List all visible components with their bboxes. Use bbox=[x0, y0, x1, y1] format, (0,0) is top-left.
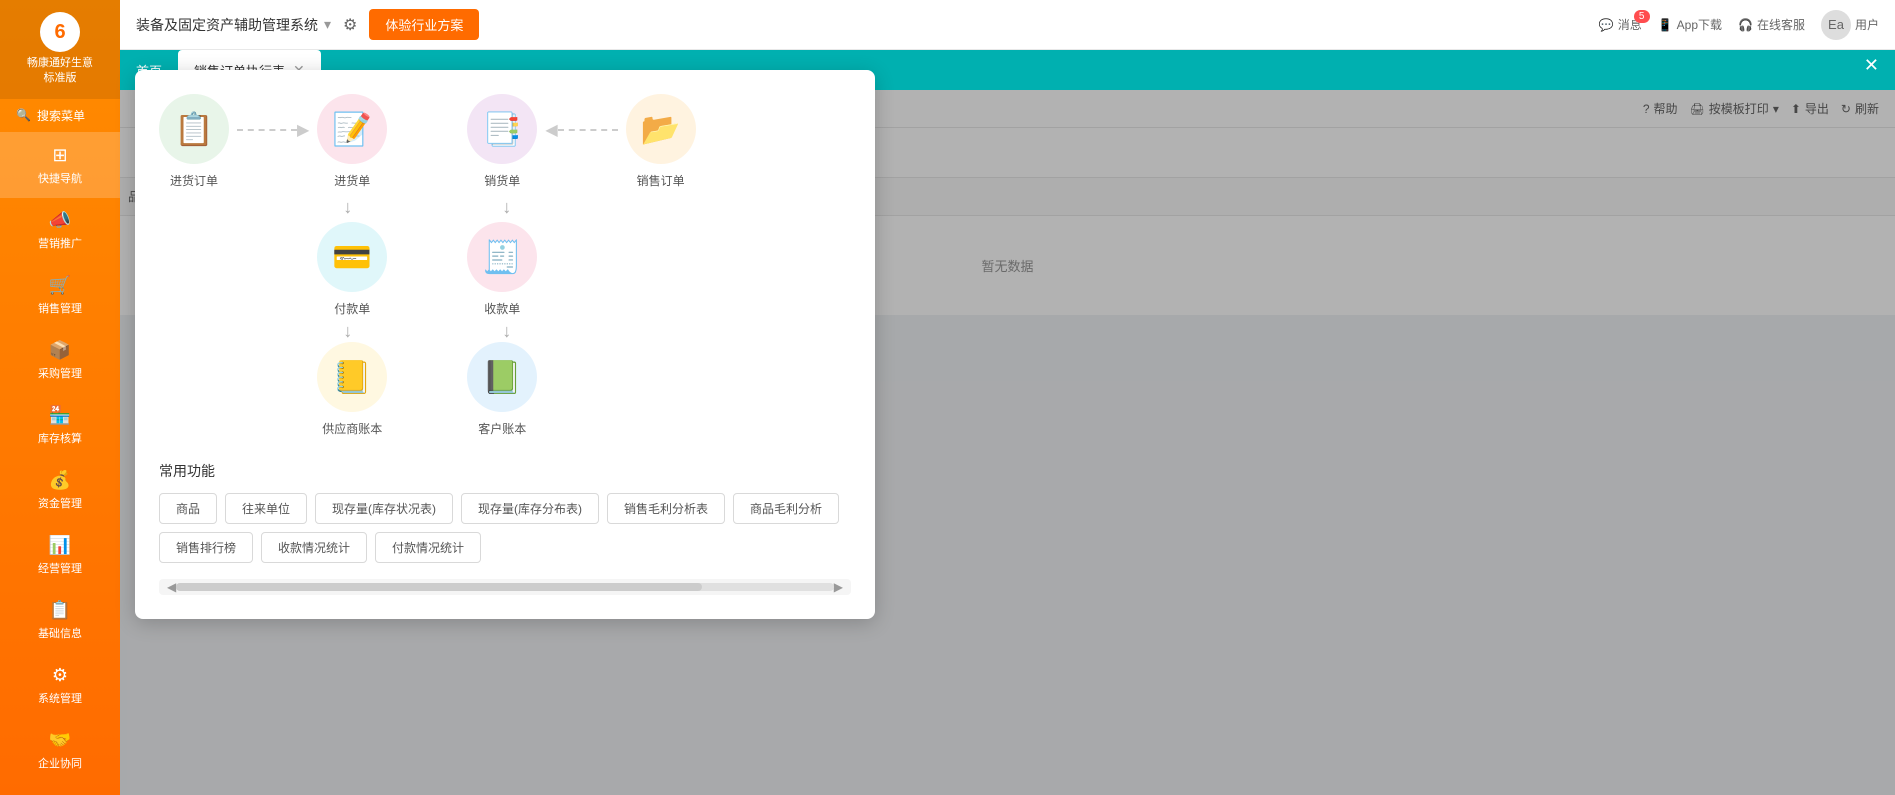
common-functions-title: 常用功能 bbox=[159, 461, 851, 481]
supplier-ledger-icon: 📒 bbox=[317, 342, 387, 412]
message-badge: 5 bbox=[1634, 10, 1650, 23]
system-name-dropdown[interactable]: 装备及固定资产辅助管理系统 ▾ bbox=[136, 15, 331, 35]
purchase-bill-icon: 📝 bbox=[317, 94, 387, 164]
sidebar-item-enterprise[interactable]: 🤝企业协同 bbox=[0, 718, 120, 783]
sales-bill-node: 📑 销货单 bbox=[467, 94, 537, 189]
popup: 📋 进货订单 ▶ 📝 进货单 ↓ bbox=[135, 70, 875, 619]
basic-info-icon: 📋 bbox=[49, 600, 71, 621]
sales-order-icon: 📂 bbox=[626, 94, 696, 164]
header: 装备及固定资产辅助管理系统 ▾ ⚙ 体验行业方案 💬 消息 5 📱 App下载 … bbox=[120, 0, 1895, 50]
scroll-left-icon[interactable]: ◀ bbox=[167, 580, 176, 594]
finance-icon: 💰 bbox=[49, 470, 71, 491]
payment-bill-label: 付款单 bbox=[334, 300, 370, 317]
scroll-thumb bbox=[176, 583, 702, 591]
scroll-right-icon[interactable]: ▶ bbox=[834, 580, 843, 594]
sales-bill-icon: 📑 bbox=[467, 94, 537, 164]
app-icon: 📱 bbox=[1658, 18, 1673, 32]
main-close-icon[interactable]: ✕ bbox=[1864, 55, 1879, 76]
quick-nav-icon: ⊞ bbox=[52, 145, 67, 166]
sidebar-search[interactable]: 🔍 搜索菜单 bbox=[0, 99, 120, 133]
sales-icon: 🛒 bbox=[49, 275, 71, 296]
app-download-button[interactable]: 📱 App下载 bbox=[1658, 16, 1722, 33]
gear-icon[interactable]: ⚙ bbox=[343, 15, 357, 35]
sidebar-item-inventory[interactable]: 🏪库存核算 bbox=[0, 393, 120, 458]
common-btn-8[interactable]: 付款情况统计 bbox=[375, 532, 481, 563]
payment-bill-node: 💳 付款单 bbox=[317, 222, 387, 317]
sidebar-item-system[interactable]: ⚙系统管理 bbox=[0, 653, 120, 718]
marketing-icon: 📣 bbox=[49, 210, 71, 231]
common-buttons-row: 商品往来单位现存量(库存状况表) 现存量(库存分布表) 销售毛利分析表商品毛利分析销… bbox=[159, 493, 851, 563]
common-btn-0[interactable]: 商品 bbox=[159, 493, 217, 524]
trial-button[interactable]: 体验行业方案 bbox=[369, 9, 479, 40]
sidebar-item-quick-nav[interactable]: ⊞快捷导航 bbox=[0, 133, 120, 198]
sidebar: 6 畅康通好生意 标准版 🔍 搜索菜单 ⊞快捷导航📣营销推广🛒销售管理📦采购管理… bbox=[0, 0, 120, 795]
purchase-order-icon: 📋 bbox=[159, 94, 229, 164]
dropdown-arrow-icon: ▾ bbox=[324, 16, 331, 33]
customer-ledger-label: 客户账本 bbox=[478, 420, 526, 437]
message-icon: 💬 bbox=[1599, 18, 1614, 32]
sidebar-item-finance[interactable]: 💰资金管理 bbox=[0, 458, 120, 523]
sidebar-logo: 6 畅康通好生意 标准版 bbox=[0, 0, 120, 99]
supplier-ledger-node: 📒 供应商账本 bbox=[317, 342, 387, 437]
sales-bill-label: 销货单 bbox=[484, 172, 520, 189]
flow-section: 📋 进货订单 ▶ 📝 进货单 ↓ bbox=[159, 94, 851, 437]
purchase-bill-node: 📝 进货单 bbox=[317, 94, 387, 189]
system-name: 装备及固定资产辅助管理系统 bbox=[136, 15, 318, 35]
system-icon: ⚙ bbox=[52, 665, 68, 686]
sidebar-item-guide[interactable]: 📖新手引导 bbox=[0, 783, 120, 795]
logo-text: 畅康通好生意 标准版 bbox=[27, 56, 93, 87]
receipt-bill-icon: 🧾 bbox=[467, 222, 537, 292]
sidebar-item-operations[interactable]: 📊经营管理 bbox=[0, 523, 120, 588]
sidebar-item-basic-info[interactable]: 📋基础信息 bbox=[0, 588, 120, 653]
sidebar-nav: ⊞快捷导航📣营销推广🛒销售管理📦采购管理🏪库存核算💰资金管理📊经营管理📋基础信息… bbox=[0, 133, 120, 795]
online-service-button[interactable]: 🎧 在线客服 bbox=[1738, 16, 1805, 33]
inventory-icon: 🏪 bbox=[49, 405, 71, 426]
purchase-bill-label: 进货单 bbox=[334, 172, 370, 189]
sidebar-item-sales[interactable]: 🛒销售管理 bbox=[0, 263, 120, 328]
common-btn-7[interactable]: 收款情况统计 bbox=[261, 532, 367, 563]
receipt-bill-label: 收款单 bbox=[484, 300, 520, 317]
sales-order-label: 销售订单 bbox=[637, 172, 685, 189]
sales-order-node: 📂 销售订单 bbox=[626, 94, 696, 189]
customer-ledger-icon: 📗 bbox=[467, 342, 537, 412]
common-btn-5[interactable]: 商品毛利分析 bbox=[733, 493, 839, 524]
receipt-bill-node: 🧾 收款单 bbox=[467, 222, 537, 317]
common-btn-3[interactable]: 现存量(库存分布表) bbox=[461, 493, 599, 524]
payment-bill-icon: 💳 bbox=[317, 222, 387, 292]
avatar: Ea bbox=[1821, 10, 1851, 40]
common-btn-2[interactable]: 现存量(库存状况表) bbox=[315, 493, 453, 524]
supplier-ledger-label: 供应商账本 bbox=[322, 420, 382, 437]
logo-icon: 6 bbox=[40, 12, 80, 52]
sidebar-item-purchase[interactable]: 📦采购管理 bbox=[0, 328, 120, 393]
enterprise-icon: 🤝 bbox=[49, 730, 71, 751]
popup-scrollbar[interactable]: ◀ ▶ bbox=[159, 579, 851, 595]
operations-icon: 📊 bbox=[49, 535, 71, 556]
service-icon: 🎧 bbox=[1738, 18, 1753, 32]
purchase-order-node: 📋 进货订单 bbox=[159, 94, 229, 189]
header-actions: 💬 消息 5 📱 App下载 🎧 在线客服 Ea 用户 bbox=[1599, 10, 1879, 40]
header-title-area: 装备及固定资产辅助管理系统 ▾ ⚙ 体验行业方案 bbox=[136, 9, 1599, 40]
common-functions-section: 常用功能 商品往来单位现存量(库存状况表) 现存量(库存分布表) 销售毛利分析表商品… bbox=[159, 461, 851, 563]
purchase-icon: 📦 bbox=[49, 340, 71, 361]
scroll-track bbox=[176, 583, 834, 591]
sidebar-item-marketing[interactable]: 📣营销推广 bbox=[0, 198, 120, 263]
customer-ledger-node: 📗 客户账本 bbox=[467, 342, 537, 437]
common-btn-4[interactable]: 销售毛利分析表 bbox=[607, 493, 725, 524]
common-btn-6[interactable]: 销售排行榜 bbox=[159, 532, 253, 563]
purchase-order-label: 进货订单 bbox=[170, 172, 218, 189]
common-btn-1[interactable]: 往来单位 bbox=[225, 493, 307, 524]
message-button[interactable]: 💬 消息 5 bbox=[1599, 16, 1642, 33]
search-icon: 🔍 bbox=[16, 108, 31, 122]
user-area[interactable]: Ea 用户 bbox=[1821, 10, 1879, 40]
